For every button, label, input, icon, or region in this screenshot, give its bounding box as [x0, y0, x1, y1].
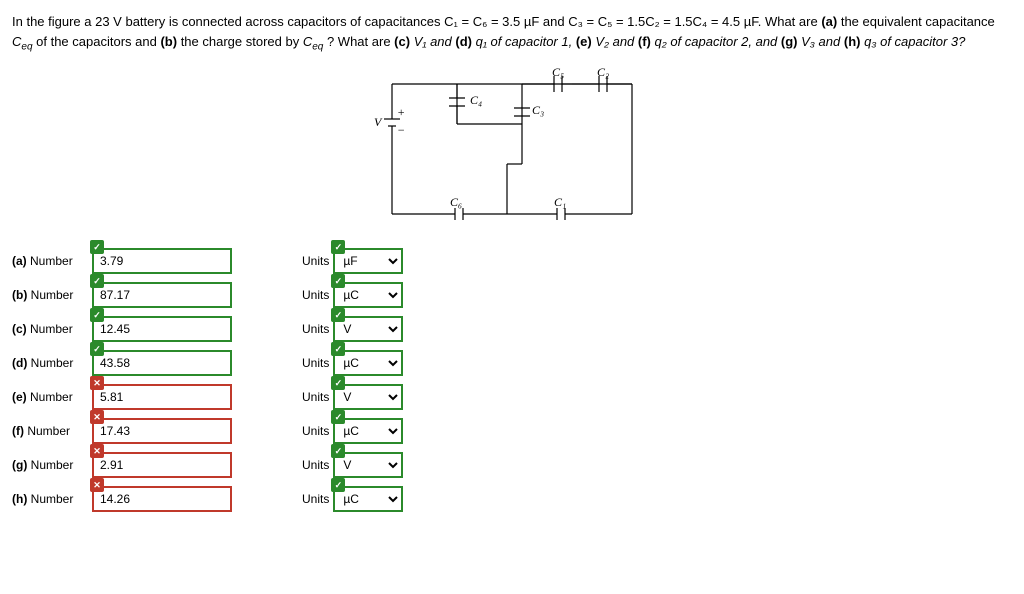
part-e-label: (e): [576, 34, 592, 49]
part-b-label: (b): [160, 34, 177, 49]
units-label: Units: [302, 322, 329, 336]
problem-intro: In the figure a 23 V battery is connecte…: [12, 14, 444, 29]
answer-part-label: (c) Number: [12, 322, 92, 336]
svg-text:−: −: [397, 123, 405, 137]
c4-label: C₄: [470, 93, 482, 107]
problem-eq1: C₁ = C₆ = 3.5 µF and C₃ = C₅ = 1.5C₂ = 1…: [444, 14, 821, 29]
number-input[interactable]: [92, 452, 232, 478]
part-h-label: (h): [844, 34, 861, 49]
number-input[interactable]: [92, 248, 232, 274]
checkmark-icon: ✓: [331, 308, 345, 322]
c1-label: C₁: [554, 195, 566, 209]
answer-part-label: (b) Number: [12, 288, 92, 302]
number-input[interactable]: [92, 384, 232, 410]
answer-row: (c) Number✓Units✓V: [12, 315, 1012, 343]
d-q: q₁ of capacitor 1,: [476, 34, 576, 49]
x-icon: ✕: [90, 444, 104, 458]
part-g-label: (g): [781, 34, 798, 49]
number-input[interactable]: [92, 282, 232, 308]
answer-row: (h) Number✕Units✓µC: [12, 485, 1012, 513]
answer-row: (f) Number✕Units✓µC: [12, 417, 1012, 445]
g-v: V₃ and: [801, 34, 844, 49]
checkmark-icon: ✓: [331, 376, 345, 390]
checkmark-icon: ✓: [331, 478, 345, 492]
checkmark-icon: ✓: [90, 240, 104, 254]
problem-statement: In the figure a 23 V battery is connecte…: [12, 12, 1012, 54]
x-icon: ✕: [90, 410, 104, 424]
units-label: Units: [302, 356, 329, 370]
c-v: V₁ and: [414, 34, 456, 49]
part-a-text: the equivalent capacitance: [841, 14, 995, 29]
answer-row: (b) Number✓Units✓µC: [12, 281, 1012, 309]
checkmark-icon: ✓: [90, 342, 104, 356]
part-b-text: the charge stored by: [181, 34, 303, 49]
number-input[interactable]: [92, 350, 232, 376]
checkmark-icon: ✓: [331, 274, 345, 288]
circuit-diagram: V + − C₄ C₃ C₅ C₂ C₆ C₁: [12, 64, 1012, 227]
checkmark-icon: ✓: [331, 444, 345, 458]
part-c-label: (c): [394, 34, 410, 49]
answer-row: (g) Number✕Units✓V: [12, 451, 1012, 479]
x-icon: ✕: [90, 478, 104, 492]
answer-row: (e) Number✕Units✓V: [12, 383, 1012, 411]
c2-label: C₂: [597, 65, 609, 79]
units-label: Units: [302, 492, 329, 506]
x-icon: ✕: [90, 376, 104, 390]
checkmark-icon: ✓: [90, 308, 104, 322]
checkmark-icon: ✓: [331, 410, 345, 424]
checkmark-icon: ✓: [90, 274, 104, 288]
ceq-sym: Ceq: [12, 34, 33, 49]
c6-label: C₆: [450, 195, 462, 209]
units-label: Units: [302, 390, 329, 404]
c5-label: C₅: [552, 65, 564, 79]
c3-label: C₃: [532, 103, 544, 117]
answer-row: (a) Number✓Units✓µF: [12, 247, 1012, 275]
part-d-label: (d): [455, 34, 472, 49]
answer-row: (d) Number✓Units✓µC: [12, 349, 1012, 377]
e-v: V₂ and: [595, 34, 638, 49]
answers-list: (a) Number✓Units✓µF (b) Number✓Units✓µC (c…: [12, 247, 1012, 513]
checkmark-icon: ✓: [331, 342, 345, 356]
units-label: Units: [302, 458, 329, 472]
answer-part-label: (h) Number: [12, 492, 92, 506]
part-b-text2: ? What are: [327, 34, 394, 49]
answer-part-label: (a) Number: [12, 254, 92, 268]
checkmark-icon: ✓: [331, 240, 345, 254]
units-label: Units: [302, 254, 329, 268]
number-input[interactable]: [92, 486, 232, 512]
number-input[interactable]: [92, 316, 232, 342]
ceq-sym2: Ceq: [303, 34, 324, 49]
answer-part-label: (g) Number: [12, 458, 92, 472]
answer-part-label: (e) Number: [12, 390, 92, 404]
answer-part-label: (d) Number: [12, 356, 92, 370]
units-label: Units: [302, 288, 329, 302]
ceq-text: of the capacitors and: [36, 34, 160, 49]
part-f-label: (f): [638, 34, 651, 49]
units-label: Units: [302, 424, 329, 438]
h-q: q₃ of capacitor 3?: [864, 34, 965, 49]
battery-label: V: [374, 115, 383, 129]
answer-part-label: (f) Number: [12, 424, 92, 438]
svg-text:+: +: [397, 105, 405, 119]
number-input[interactable]: [92, 418, 232, 444]
f-q: q₂ of capacitor 2, and: [655, 34, 781, 49]
part-a-label: (a): [821, 14, 837, 29]
